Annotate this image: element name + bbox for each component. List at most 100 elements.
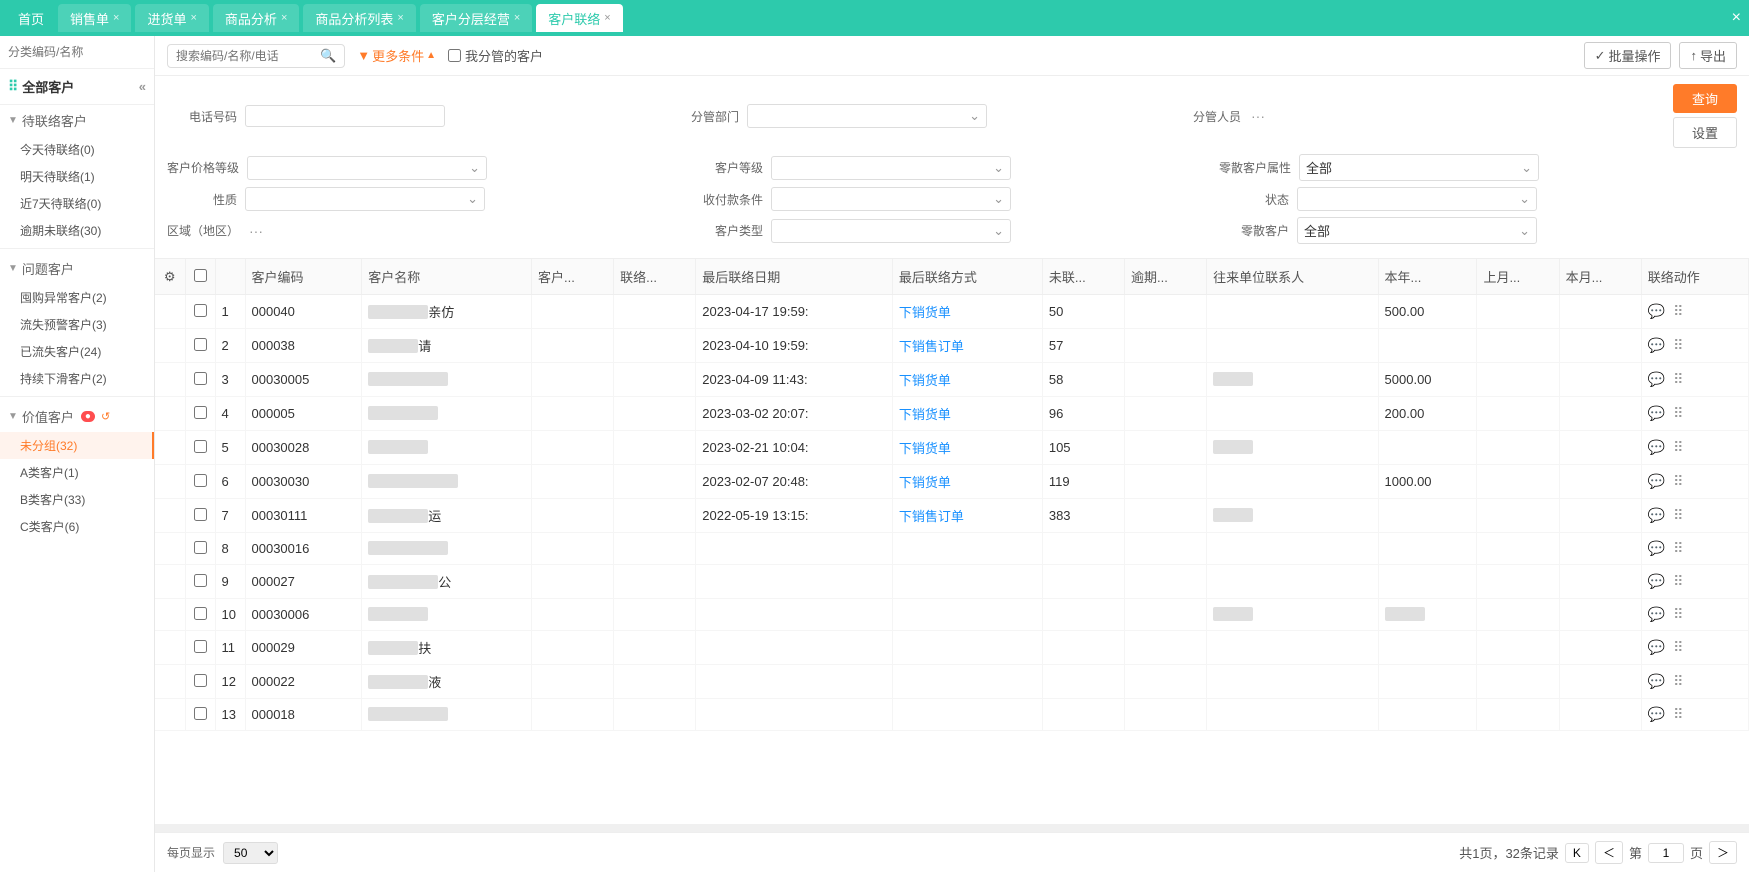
- sidebar-item-tomorrow[interactable]: 明天待联络(1): [0, 163, 154, 190]
- grid-icon[interactable]: ⠿: [1673, 405, 1683, 422]
- row-checkbox[interactable]: [194, 640, 207, 653]
- row-checkbox[interactable]: [194, 372, 207, 385]
- sidebar-item-lost[interactable]: 已流失客户(24): [0, 338, 154, 365]
- message-icon[interactable]: 💬: [1648, 639, 1665, 656]
- message-icon[interactable]: 💬: [1648, 439, 1665, 456]
- close-icon[interactable]: ×: [113, 12, 119, 24]
- th-last-method[interactable]: 最后联络方式: [892, 259, 1042, 295]
- scroll-bar[interactable]: [155, 824, 1749, 832]
- nav-tab-customer-segment[interactable]: 客户分层经营 ×: [420, 4, 532, 32]
- search-icon[interactable]: 🔍: [320, 48, 336, 64]
- last-method-link[interactable]: 下销售订单: [899, 339, 964, 354]
- reset-button[interactable]: 设置: [1673, 117, 1737, 148]
- th-overdue[interactable]: 逾期...: [1124, 259, 1206, 295]
- sidebar-section-problem[interactable]: ▼ 问题客户: [0, 253, 154, 284]
- row-checkbox[interactable]: [194, 674, 207, 687]
- message-icon[interactable]: 💬: [1648, 405, 1665, 422]
- grid-icon[interactable]: ⠿: [1673, 303, 1683, 320]
- nav-tab-sales[interactable]: 销售单 ×: [58, 4, 131, 32]
- close-all-tabs[interactable]: ×: [1732, 9, 1741, 27]
- row-checkbox[interactable]: [194, 508, 207, 521]
- th-type[interactable]: 客户...: [532, 259, 614, 295]
- nature-select[interactable]: ⌄: [245, 187, 485, 211]
- grid-icon[interactable]: ⠿: [1673, 337, 1683, 354]
- message-icon[interactable]: 💬: [1648, 371, 1665, 388]
- th-last-date[interactable]: 最后联络日期: [696, 259, 893, 295]
- message-icon[interactable]: 💬: [1648, 706, 1665, 723]
- last-method-link[interactable]: 下销货单: [899, 475, 951, 490]
- grid-icon[interactable]: ⠿: [1673, 371, 1683, 388]
- close-icon[interactable]: ×: [281, 12, 287, 24]
- row-checkbox[interactable]: [194, 707, 207, 720]
- sidebar-section-pending[interactable]: ▼ 待联络客户: [0, 105, 154, 136]
- row-checkbox[interactable]: [194, 574, 207, 587]
- message-icon[interactable]: 💬: [1648, 673, 1665, 690]
- row-checkbox[interactable]: [194, 607, 207, 620]
- status-select[interactable]: ⌄: [1297, 187, 1537, 211]
- grid-icon[interactable]: ⠿: [1673, 540, 1683, 557]
- close-icon[interactable]: ×: [190, 12, 196, 24]
- attr-select[interactable]: 全部 ⌄: [1299, 154, 1539, 181]
- th-this-month[interactable]: 本月...: [1559, 259, 1641, 295]
- sidebar-item-class-a[interactable]: A类客户(1): [0, 459, 154, 486]
- sidebar-item-class-c[interactable]: C类客户(6): [0, 513, 154, 540]
- message-icon[interactable]: 💬: [1648, 606, 1665, 623]
- message-icon[interactable]: 💬: [1648, 337, 1665, 354]
- sidebar-item-ungrouped[interactable]: 未分组(32): [0, 432, 154, 459]
- nav-home[interactable]: 首页: [8, 9, 54, 28]
- grid-icon[interactable]: ⠿: [1673, 673, 1683, 690]
- row-checkbox[interactable]: [194, 541, 207, 554]
- th-name[interactable]: 客户名称: [362, 259, 532, 295]
- next-page-btn[interactable]: ＞: [1709, 841, 1737, 864]
- sidebar-search-input[interactable]: [8, 45, 155, 59]
- more-conditions-btn[interactable]: ▼ 更多条件 ▲: [357, 46, 436, 65]
- sidebar-section-value[interactable]: ▼ 价值客户 ● ↺: [0, 401, 154, 432]
- main-search-input[interactable]: [176, 49, 316, 63]
- th-contact-person[interactable]: 往来单位联系人: [1207, 259, 1378, 295]
- dept-select[interactable]: ⌄: [747, 104, 987, 128]
- sidebar-search-bar[interactable]: 🔍: [0, 36, 154, 69]
- grid-icon[interactable]: ⠿: [1673, 573, 1683, 590]
- nav-tab-customer-contact[interactable]: 客户联络 ×: [536, 4, 622, 32]
- th-last-month[interactable]: 上月...: [1477, 259, 1559, 295]
- sidebar-item-today[interactable]: 今天待联络(0): [0, 136, 154, 163]
- all-customers-header[interactable]: ⠿ 全部客户 «: [0, 69, 154, 105]
- grid-icon[interactable]: ⠿: [1673, 706, 1683, 723]
- dots-icon[interactable]: ···: [249, 223, 263, 239]
- nav-tab-product-list[interactable]: 商品分析列表 ×: [303, 4, 415, 32]
- message-icon[interactable]: 💬: [1648, 473, 1665, 490]
- sidebar-item-declining[interactable]: 持续下滑客户(2): [0, 365, 154, 392]
- sidebar-item-abnormal[interactable]: 囤购异常客户(2): [0, 284, 154, 311]
- first-page-btn[interactable]: K: [1565, 843, 1589, 863]
- th-code[interactable]: 客户编码: [245, 259, 362, 295]
- search-box[interactable]: 🔍: [167, 44, 345, 68]
- page-number-input[interactable]: [1648, 843, 1684, 863]
- grid-icon[interactable]: ⠿: [1673, 639, 1683, 656]
- row-checkbox[interactable]: [194, 406, 207, 419]
- grid-icon[interactable]: ⠿: [1673, 507, 1683, 524]
- batch-op-button[interactable]: ✓ 批量操作: [1584, 42, 1672, 69]
- type-select[interactable]: ⌄: [771, 219, 1011, 243]
- payment-select[interactable]: ⌄: [771, 187, 1011, 211]
- phone-input[interactable]: [245, 105, 445, 127]
- message-icon[interactable]: 💬: [1648, 540, 1665, 557]
- grade-select[interactable]: ⌄: [771, 156, 1011, 180]
- sidebar-item-warning[interactable]: 流失预警客户(3): [0, 311, 154, 338]
- nav-tab-purchase[interactable]: 进货单 ×: [135, 4, 208, 32]
- th-pending[interactable]: 未联...: [1042, 259, 1124, 295]
- last-method-link[interactable]: 下销货单: [899, 407, 951, 422]
- my-customers-filter[interactable]: 我分管的客户: [448, 46, 543, 65]
- last-method-link[interactable]: 下销货单: [899, 373, 951, 388]
- th-gear[interactable]: ⚙: [155, 259, 185, 295]
- sidebar-item-overdue[interactable]: 逾期未联络(30): [0, 217, 154, 244]
- message-icon[interactable]: 💬: [1648, 507, 1665, 524]
- sidebar-item-7days[interactable]: 近7天待联络(0): [0, 190, 154, 217]
- prev-page-btn[interactable]: ＜: [1595, 841, 1623, 864]
- row-checkbox[interactable]: [194, 338, 207, 351]
- collapse-icon[interactable]: «: [139, 79, 146, 94]
- close-icon[interactable]: ×: [604, 12, 610, 24]
- select-all-checkbox[interactable]: [194, 269, 207, 282]
- row-checkbox[interactable]: [194, 440, 207, 453]
- page-size-select[interactable]: 50 100: [223, 842, 278, 864]
- message-icon[interactable]: 💬: [1648, 303, 1665, 320]
